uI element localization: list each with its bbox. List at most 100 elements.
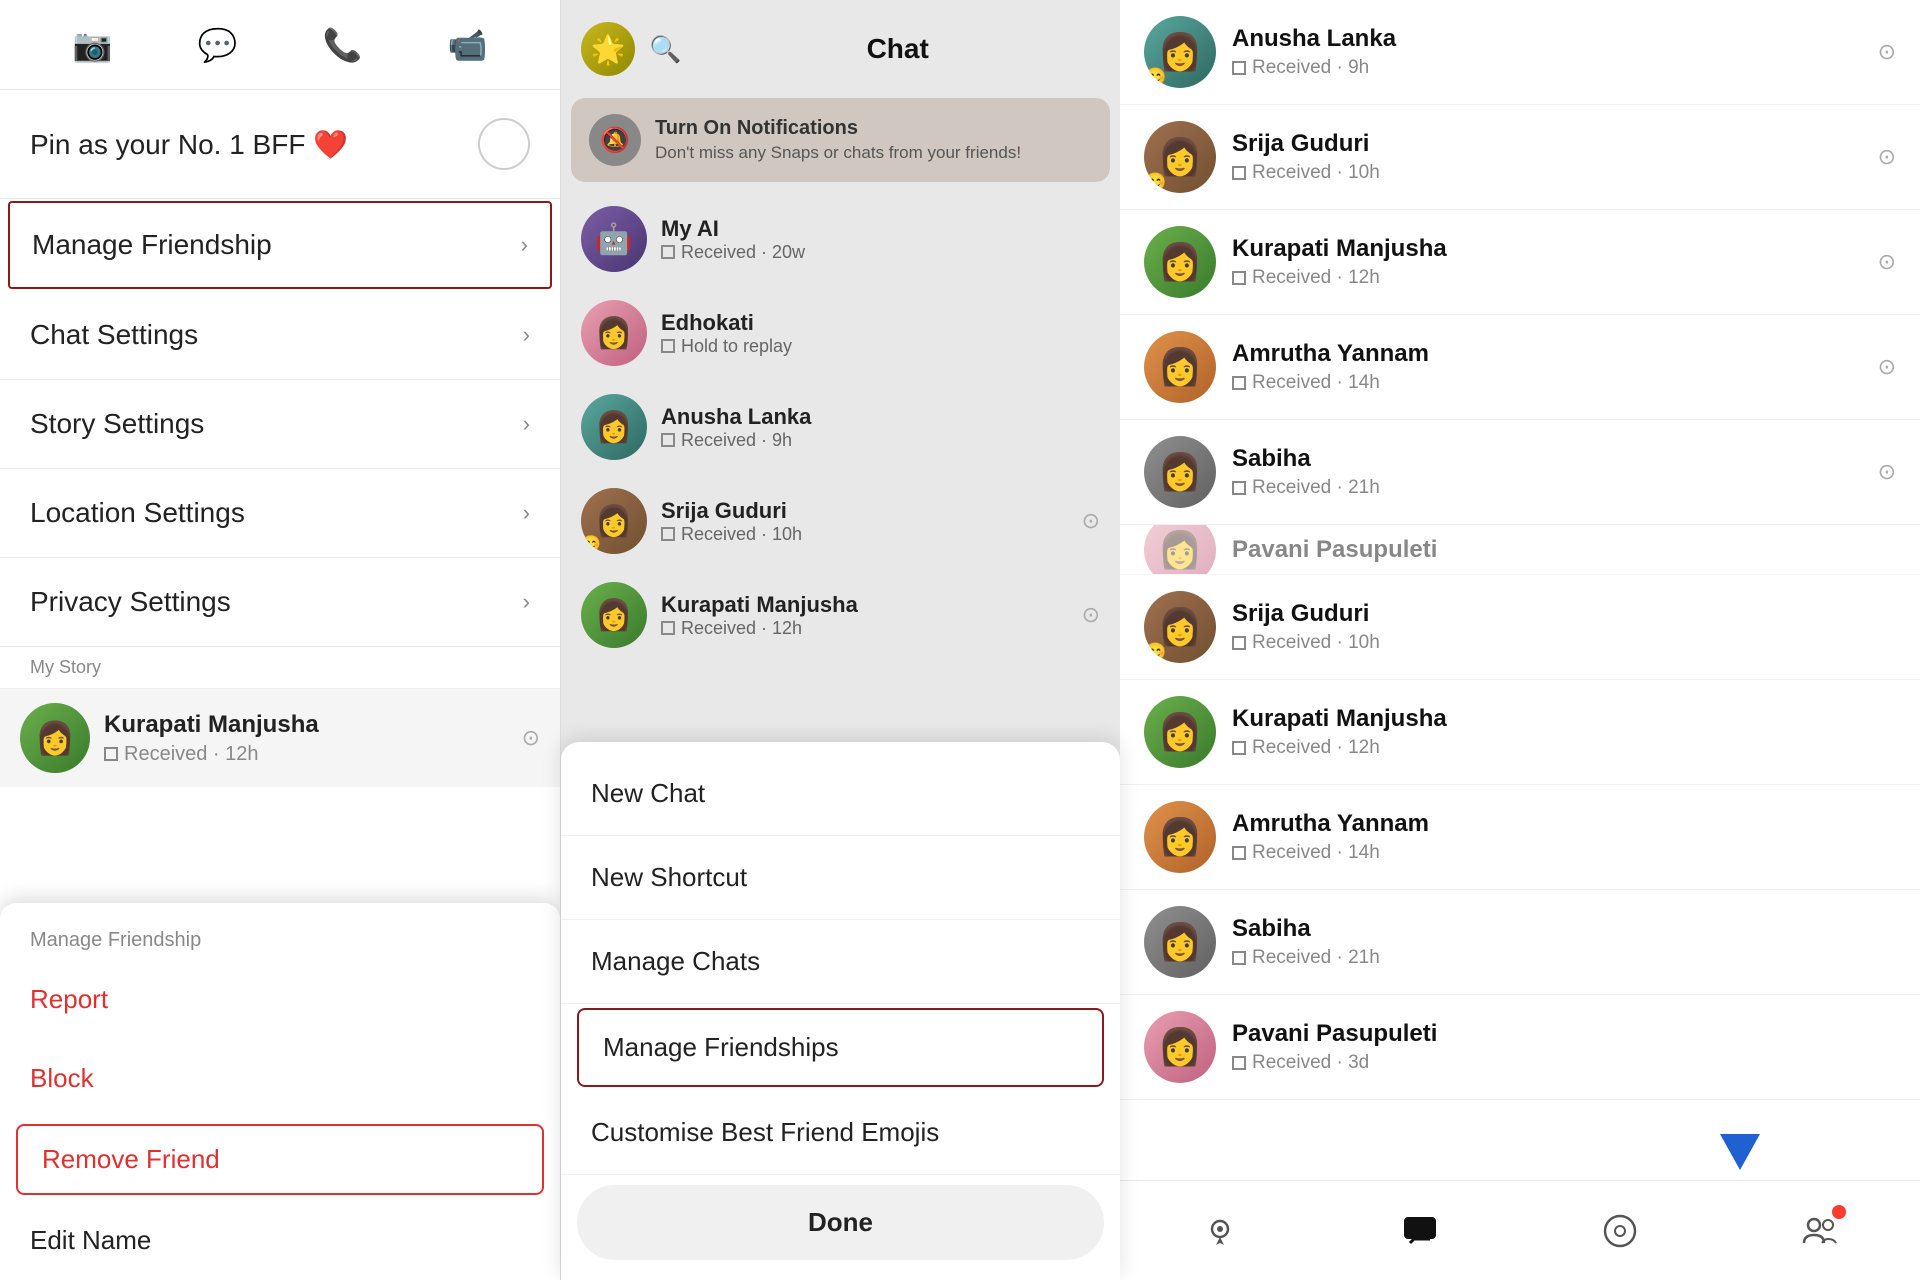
chat-nav-icon[interactable] (1390, 1201, 1450, 1261)
chat-item-edhokati[interactable]: 👩 Edhokati Hold to replay (561, 286, 1120, 380)
right-kurapati2-status-square (1232, 741, 1246, 755)
right-chat-amrutha2[interactable]: 👩 Amrutha Yannam Received · 14h (1120, 785, 1920, 890)
notif-subtitle: Don't miss any Snaps or chats from your … (655, 143, 1021, 163)
menu-item-story-settings-arrow: › (523, 411, 530, 437)
right-chat-kurapati2[interactable]: 👩 Kurapati Manjusha Received · 12h (1120, 680, 1920, 785)
right-chat-amrutha[interactable]: 👩 Amrutha Yannam Received · 14h ⊙ (1120, 315, 1920, 420)
chat-top-icon[interactable]: 💬 (190, 17, 246, 73)
right-kurapati-info: Kurapati Manjusha Received · 12h (1232, 235, 1862, 289)
right-pavani2-status: Received · 3d (1232, 1052, 1896, 1074)
kurapati2-camera-icon[interactable]: ⊙ (1082, 602, 1100, 628)
right-chat-kurapati[interactable]: 👩 Kurapati Manjusha Received · 12h ⊙ (1120, 210, 1920, 315)
right-sabiha-info: Sabiha Received · 21h (1232, 445, 1862, 499)
right-srija-status-square (1232, 166, 1246, 180)
right-chat-sabiha[interactable]: 👩 Sabiha Received · 21h ⊙ (1120, 420, 1920, 525)
kurapati-name: Kurapati Manjusha (104, 711, 522, 739)
camera-top-icon[interactable]: 📷 (65, 17, 121, 73)
right-chat-sabiha2[interactable]: 👩 Sabiha Received · 21h (1120, 890, 1920, 995)
panel-right: 👩 😊 Anusha Lanka Received · 9h ⊙ 👩 😊 Sri… (1120, 0, 1920, 1280)
pin-bff-toggle[interactable] (478, 118, 530, 170)
right-srija-camera-icon[interactable]: ⊙ (1878, 144, 1896, 170)
right-pavani2-name: Pavani Pasupuleti (1232, 1020, 1896, 1048)
menu-item-privacy-settings[interactable]: Privacy Settings › (0, 558, 560, 647)
right-chat-srija2[interactable]: 👩 😊 Srija Guduri Received · 10h (1120, 575, 1920, 680)
friends-notification-dot (1832, 1205, 1846, 1219)
menu-item-story-settings[interactable]: Story Settings › (0, 380, 560, 469)
srija-status-square (661, 527, 675, 541)
right-chat-srija[interactable]: 👩 😊 Srija Guduri Received · 10h ⊙ (1120, 105, 1920, 210)
edhokati-info: Edhokati Hold to replay (661, 310, 1100, 357)
popup-customise-emojis[interactable]: Customise Best Friend Emojis (561, 1091, 1120, 1175)
right-kurapati-camera-icon[interactable]: ⊙ (1878, 249, 1896, 275)
right-anusha-status-square (1232, 61, 1246, 75)
menu-item-chat-settings[interactable]: Chat Settings › (0, 291, 560, 380)
srija-avatar: 👩 😊 (581, 488, 647, 554)
chat-item-srija[interactable]: 👩 😊 Srija Guduri Received · 10h ⊙ (561, 474, 1120, 568)
right-amrutha-info: Amrutha Yannam Received · 14h (1232, 340, 1862, 394)
right-srija2-name: Srija Guduri (1232, 600, 1896, 628)
menu-item-chat-settings-arrow: › (523, 322, 530, 348)
notif-title: Turn On Notifications (655, 117, 1021, 140)
menu-item-location-settings[interactable]: Location Settings › (0, 469, 560, 558)
friends-nav-icon[interactable] (1790, 1201, 1850, 1261)
panel-left: 📷 💬 📞 📹 Pin as your No. 1 BFF ❤️ Manage … (0, 0, 560, 1280)
popup-new-shortcut[interactable]: New Shortcut (561, 836, 1120, 920)
edhokati-status-square (661, 339, 675, 353)
menu-item-privacy-settings-label: Privacy Settings (30, 586, 231, 618)
anusha-avatar: 👩 (581, 394, 647, 460)
chat-item-kurapati2[interactable]: 👩 Kurapati Manjusha Received · 12h ⊙ (561, 568, 1120, 662)
right-chat-anusha[interactable]: 👩 😊 Anusha Lanka Received · 9h ⊙ (1120, 0, 1920, 105)
popup-manage-friendships[interactable]: Manage Friendships (577, 1008, 1104, 1087)
right-sabiha2-status: Received · 21h (1232, 947, 1896, 969)
right-srija2-status-square (1232, 636, 1246, 650)
right-kurapati-status: Received · 12h (1232, 267, 1862, 289)
right-anusha-status: Received · 9h (1232, 57, 1862, 79)
srija-camera-icon[interactable]: ⊙ (1082, 508, 1100, 534)
right-chat-pavani-partial[interactable]: 👩 Pavani Pasupuleti (1120, 525, 1920, 575)
right-chat-pavani2[interactable]: 👩 Pavani Pasupuleti Received · 3d (1120, 995, 1920, 1100)
pin-bff-item[interactable]: Pin as your No. 1 BFF ❤️ (0, 90, 560, 199)
right-kurapati-avatar: 👩 (1144, 226, 1216, 298)
right-amrutha2-status-square (1232, 846, 1246, 860)
right-sabiha-camera-icon[interactable]: ⊙ (1878, 459, 1896, 485)
chat-item-anusha[interactable]: 👩 Anusha Lanka Received · 9h (561, 380, 1120, 474)
popup-done-button[interactable]: Done (577, 1185, 1104, 1260)
right-pavani2-avatar: 👩 (1144, 1011, 1216, 1083)
chat-header-title: Chat (695, 33, 1100, 65)
chat-search-icon[interactable]: 🔍 (649, 34, 681, 65)
right-kurapati-status-square (1232, 271, 1246, 285)
popup-manage-chats[interactable]: Manage Chats (561, 920, 1120, 1004)
right-amrutha-name: Amrutha Yannam (1232, 340, 1862, 368)
menu-item-manage-friendship[interactable]: Manage Friendship › (8, 201, 552, 289)
right-anusha-avatar: 👩 😊 (1144, 16, 1216, 88)
menu-item-location-settings-label: Location Settings (30, 497, 245, 529)
context-menu-remove-friend[interactable]: Remove Friend (16, 1124, 544, 1195)
kurapati-camera-icon[interactable]: ⊙ (522, 725, 540, 751)
menu-item-privacy-settings-arrow: › (523, 589, 530, 615)
menu-item-manage-friendship-arrow: › (521, 232, 528, 258)
video-top-icon[interactable]: 📹 (440, 17, 496, 73)
right-srija2-avatar: 👩 😊 (1144, 591, 1216, 663)
map-nav-icon[interactable] (1190, 1201, 1250, 1261)
context-menu-edit-name[interactable]: Edit Name (0, 1201, 560, 1280)
chat-list-item-kurapati[interactable]: 👩 Kurapati Manjusha Received · 12h ⊙ (0, 689, 560, 787)
camera-nav-icon[interactable] (1590, 1201, 1650, 1261)
right-kurapati2-name: Kurapati Manjusha (1232, 705, 1896, 733)
right-amrutha-camera-icon[interactable]: ⊙ (1878, 354, 1896, 380)
chat-item-my-ai[interactable]: 🤖 My AI Received · 20w (561, 192, 1120, 286)
kurapati2-info: Kurapati Manjusha Received · 12h (661, 592, 1068, 639)
panel-chat: 🌟 🔍 Chat 🔕 Turn On Notifications Don't m… (560, 0, 1120, 1280)
popup-new-chat[interactable]: New Chat (561, 752, 1120, 836)
context-menu: Manage Friendship Report Block Remove Fr… (0, 903, 560, 1280)
notif-text: Turn On Notifications Don't miss any Sna… (655, 117, 1021, 163)
right-amrutha2-status: Received · 14h (1232, 842, 1896, 864)
right-anusha-camera-icon[interactable]: ⊙ (1878, 39, 1896, 65)
menu-item-location-settings-arrow: › (523, 500, 530, 526)
context-menu-report[interactable]: Report (0, 960, 560, 1039)
menu-item-story-settings-label: Story Settings (30, 408, 204, 440)
right-srija-avatar: 👩 😊 (1144, 121, 1216, 193)
notification-banner[interactable]: 🔕 Turn On Notifications Don't miss any S… (571, 98, 1110, 182)
context-menu-block[interactable]: Block (0, 1039, 560, 1118)
kurapati-status: Received · 12h (104, 743, 522, 766)
phone-top-icon[interactable]: 📞 (315, 17, 371, 73)
